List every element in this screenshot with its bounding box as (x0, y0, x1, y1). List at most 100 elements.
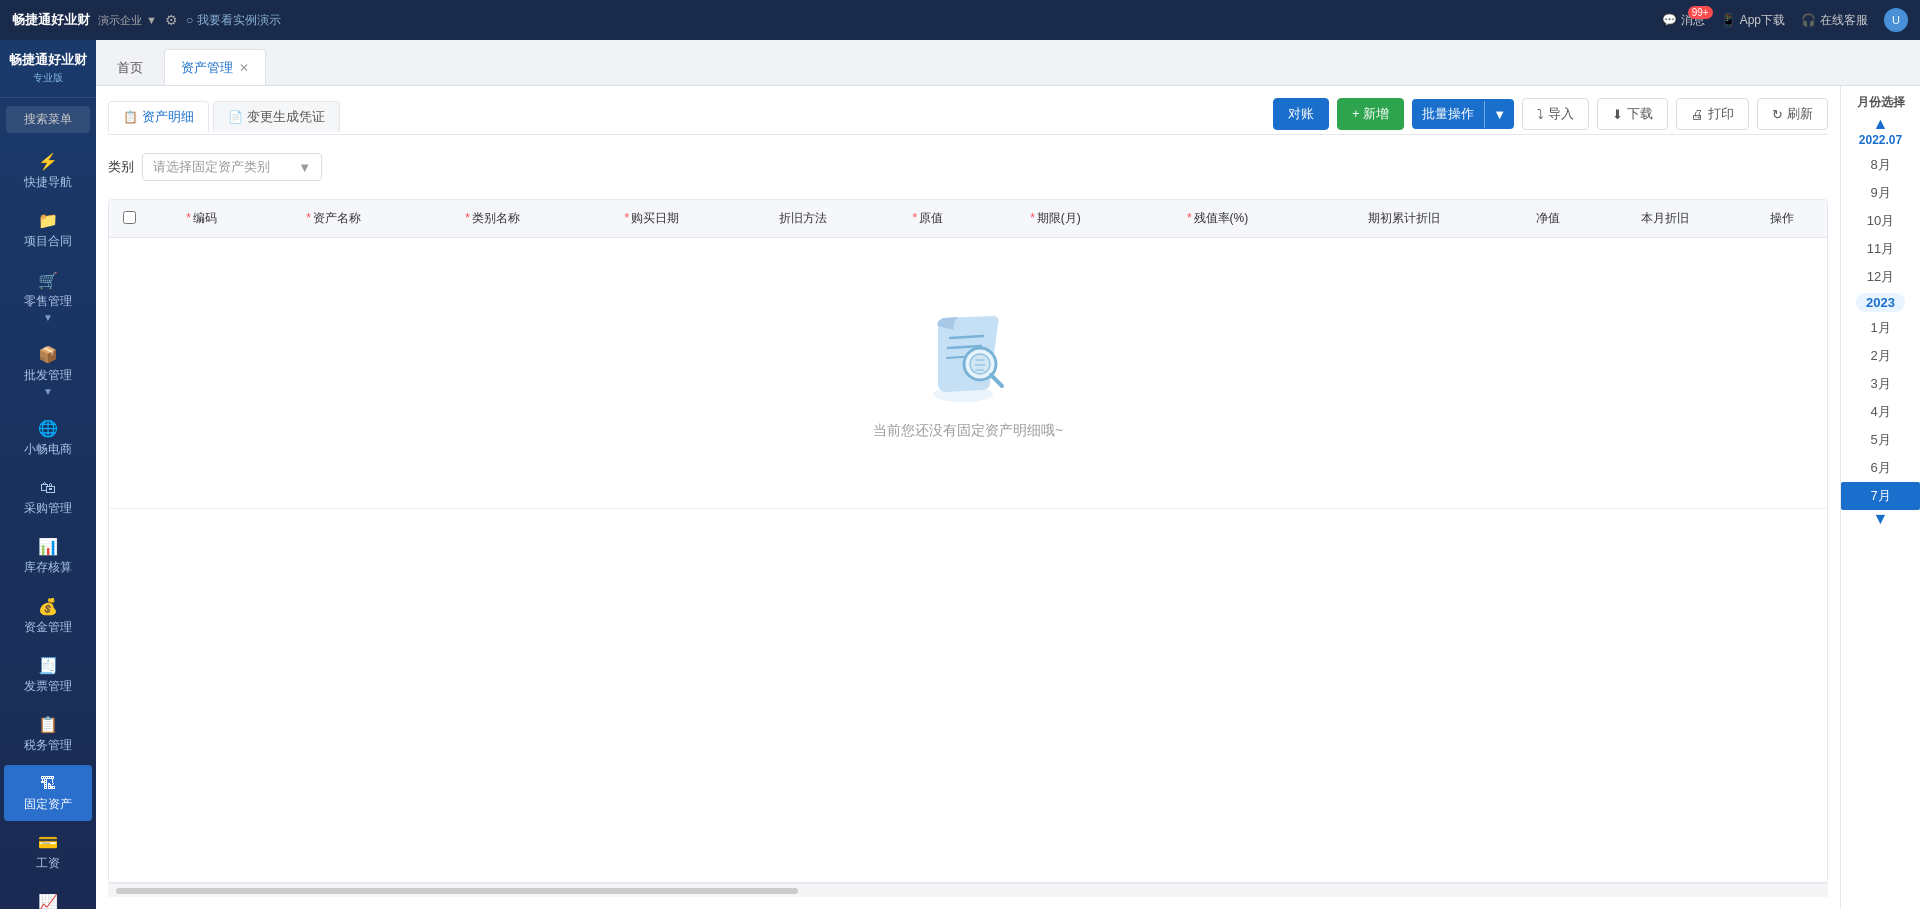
col-operation: 操作 (1737, 200, 1827, 238)
month-panel-title: 月份选择 (1849, 94, 1913, 111)
filter-category-label: 类别 (108, 158, 134, 176)
col-accumulated: 期初累计折旧 (1305, 200, 1503, 238)
demo-icon: ○ (186, 13, 193, 27)
sub-tab-bar: 📋 资产明细 📄 变更生成凭证 对账 + 新增 批量操作 ▼ (108, 98, 1828, 135)
batch-dropdown-arrow-icon[interactable]: ▼ (1484, 101, 1514, 128)
change-voucher-tab-icon: 📄 (228, 110, 243, 124)
empty-state-row: 当前您还没有固定资产明细哦~ (109, 238, 1827, 509)
month-item-10[interactable]: 10月 (1841, 207, 1920, 235)
fixed-assets-icon: 🏗 (40, 775, 56, 793)
month-nav-up-button[interactable]: ▲ (1873, 115, 1889, 133)
app-download-button[interactable]: 📱 App下载 (1721, 12, 1785, 29)
top-bar-left: 畅捷通好业财 演示企业 ▼ ⚙ ○ 我要看实例演示 (12, 11, 281, 29)
import-button[interactable]: ⤵ 导入 (1522, 98, 1589, 130)
month-panel: 月份选择 ▲ 2022.07 8月 9月 10月 11月 12月 2023 1月… (1840, 86, 1920, 909)
sidebar-item-business[interactable]: 📈 经营管理 (4, 883, 92, 909)
asset-detail-tab-icon: 📋 (123, 110, 138, 124)
sidebar-item-invoice[interactable]: 🧾 发票管理 (4, 646, 92, 703)
tab-asset-label: 资产管理 (181, 59, 233, 77)
month-item-2023-1[interactable]: 1月 (1841, 314, 1920, 342)
month-item-12[interactable]: 12月 (1841, 263, 1920, 291)
select-all-checkbox[interactable] (123, 211, 136, 224)
tab-asset-management[interactable]: 资产管理 ✕ (164, 49, 266, 85)
bottom-scroll-area (108, 883, 1828, 897)
col-original-value: *原值 (875, 200, 980, 238)
sidebar-item-ecommerce[interactable]: 🌐 小畅电商 (4, 409, 92, 466)
sidebar-item-fixed-assets[interactable]: 🏗 固定资产 (4, 765, 92, 821)
batch-operation-button[interactable]: 批量操作 ▼ (1412, 99, 1514, 129)
month-item-2023-6[interactable]: 6月 (1841, 454, 1920, 482)
demo-link[interactable]: ○ 我要看实例演示 (186, 12, 281, 29)
tab-home[interactable]: 首页 (100, 49, 160, 85)
quick-nav-icon: ⚡ (38, 152, 58, 171)
col-code: *编码 (149, 200, 254, 238)
tab-close-icon[interactable]: ✕ (239, 61, 249, 75)
page-content: 📋 资产明细 📄 变更生成凭证 对账 + 新增 批量操作 ▼ (96, 86, 1920, 909)
sidebar-item-project-contract[interactable]: 📁 项目合同 (4, 201, 92, 258)
download-button[interactable]: ⬇ 下载 (1597, 98, 1668, 130)
col-residual-rate: *残值率(%) (1131, 200, 1305, 238)
sub-tab-change-voucher[interactable]: 📄 变更生成凭证 (213, 101, 340, 132)
project-icon: 📁 (38, 211, 58, 230)
add-button[interactable]: + 新增 (1337, 98, 1404, 130)
sidebar-item-fund[interactable]: 💰 资金管理 (4, 587, 92, 644)
content-area: 首页 资产管理 ✕ 📋 资产明细 📄 变更生成凭证 (96, 40, 1920, 909)
sub-tab-asset-detail[interactable]: 📋 资产明细 (108, 101, 209, 132)
col-depreciation-method: 折旧方法 (731, 200, 875, 238)
col-net-value: 净值 (1503, 200, 1593, 238)
category-select[interactable]: 请选择固定资产类别 ▼ (142, 153, 322, 181)
business-icon: 📈 (38, 893, 58, 909)
reconcile-button[interactable]: 对账 (1273, 98, 1329, 130)
import-icon: ⤵ (1537, 107, 1544, 122)
month-item-9[interactable]: 9月 (1841, 179, 1920, 207)
sidebar-item-purchase[interactable]: 🛍 采购管理 (4, 469, 92, 525)
month-item-2023-7[interactable]: 7月 (1841, 482, 1920, 510)
sidebar-item-retail[interactable]: 🛒 零售管理 ▼ (4, 261, 92, 333)
empty-illustration (908, 306, 1028, 406)
month-item-2023-2[interactable]: 2月 (1841, 342, 1920, 370)
inventory-icon: 📊 (38, 537, 58, 556)
col-category: *类别名称 (413, 200, 572, 238)
col-purchase-date: *购买日期 (572, 200, 731, 238)
inner-content: 📋 资产明细 📄 变更生成凭证 对账 + 新增 批量操作 ▼ (96, 86, 1840, 909)
month-item-8[interactable]: 8月 (1841, 151, 1920, 179)
print-button[interactable]: 🖨 打印 (1676, 98, 1749, 130)
sidebar-edition: 专业版 (8, 71, 88, 85)
col-term: *期限(月) (980, 200, 1130, 238)
empty-text: 当前您还没有固定资产明细哦~ (873, 422, 1063, 440)
avatar-text: U (1892, 14, 1900, 26)
category-placeholder: 请选择固定资产类别 (153, 158, 270, 176)
svg-point-5 (970, 354, 990, 374)
table-header-row: *编码 *资产名称 *类别名称 *购买日期 折旧方法 *原值 *期限(月) *残… (109, 200, 1827, 238)
month-nav-down-button[interactable]: ▼ (1873, 510, 1889, 528)
sidebar-item-inventory[interactable]: 📊 库存核算 (4, 527, 92, 584)
sidebar-search-area: 搜索菜单 (0, 98, 96, 141)
refresh-button[interactable]: ↻ 刷新 (1757, 98, 1828, 130)
horizontal-scrollbar[interactable] (116, 888, 798, 894)
sidebar-item-wholesale[interactable]: 📦 批发管理 ▼ (4, 335, 92, 407)
col-monthly-dep: 本月折旧 (1593, 200, 1737, 238)
message-button[interactable]: 💬 消息 99+ (1662, 12, 1705, 29)
tax-icon: 📋 (38, 715, 58, 734)
month-item-2023-3[interactable]: 3月 (1841, 370, 1920, 398)
sidebar-brand: 畅捷通好业财 专业版 (0, 40, 96, 98)
sidebar-item-quick-nav[interactable]: ⚡ 快捷导航 (4, 142, 92, 199)
month-item-2023-4[interactable]: 4月 (1841, 398, 1920, 426)
company-selector[interactable]: 演示企业 ▼ (98, 13, 157, 28)
sidebar-item-tax[interactable]: 📋 税务管理 (4, 705, 92, 762)
month-item-11[interactable]: 11月 (1841, 235, 1920, 263)
invoice-icon: 🧾 (38, 656, 58, 675)
sidebar-item-salary[interactable]: 💳 工资 (4, 823, 92, 880)
empty-state: 当前您还没有固定资产明细哦~ (117, 246, 1819, 500)
sidebar-brand-name: 畅捷通好业财 (8, 52, 88, 69)
top-bar: 畅捷通好业财 演示企业 ▼ ⚙ ○ 我要看实例演示 💬 消息 99+ 📱 App… (0, 0, 1920, 40)
online-service-button[interactable]: 🎧 在线客服 (1801, 12, 1868, 29)
user-avatar[interactable]: U (1884, 8, 1908, 32)
svg-line-6 (991, 375, 1002, 386)
top-bar-right: 💬 消息 99+ 📱 App下载 🎧 在线客服 U (1662, 8, 1908, 32)
settings-button[interactable]: ⚙ (165, 12, 178, 28)
month-item-2023-5[interactable]: 5月 (1841, 426, 1920, 454)
purchase-icon: 🛍 (40, 479, 56, 497)
search-menu-button[interactable]: 搜索菜单 (6, 106, 90, 133)
tab-bar: 首页 资产管理 ✕ (96, 40, 1920, 86)
